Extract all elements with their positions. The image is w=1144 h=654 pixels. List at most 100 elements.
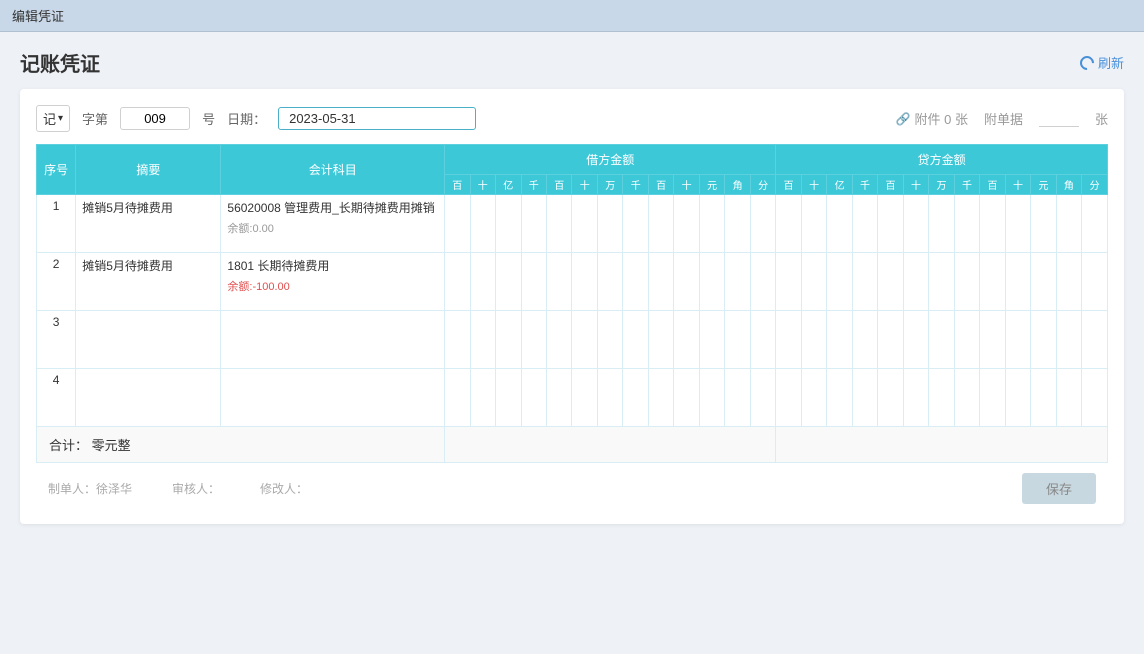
r3c9[interactable] <box>980 311 1005 369</box>
row3-summary[interactable] <box>76 311 221 369</box>
r3c12[interactable] <box>1056 311 1081 369</box>
r3c13[interactable] <box>1082 311 1108 369</box>
r2c7[interactable] <box>929 253 954 311</box>
r1c2[interactable] <box>801 195 826 253</box>
r4c1[interactable] <box>776 369 801 427</box>
r1d9[interactable] <box>648 195 673 253</box>
r2d7[interactable] <box>597 253 622 311</box>
r4c11[interactable] <box>1031 369 1056 427</box>
r2d5[interactable] <box>547 253 572 311</box>
r1d5[interactable] <box>547 195 572 253</box>
r2d3[interactable] <box>496 253 521 311</box>
r2c2[interactable] <box>801 253 826 311</box>
r3d12[interactable] <box>725 311 750 369</box>
r2d1[interactable] <box>445 253 470 311</box>
r1c3[interactable] <box>827 195 852 253</box>
r4d11[interactable] <box>699 369 724 427</box>
r2c8[interactable] <box>954 253 979 311</box>
r1d11[interactable] <box>699 195 724 253</box>
r2d11[interactable] <box>699 253 724 311</box>
ji-select[interactable]: 记 ▾ <box>36 105 70 132</box>
r1c6[interactable] <box>903 195 928 253</box>
r2c3[interactable] <box>827 253 852 311</box>
row4-account[interactable] <box>221 369 445 427</box>
r1d13[interactable] <box>750 195 775 253</box>
r4d3[interactable] <box>496 369 521 427</box>
r3d11[interactable] <box>699 311 724 369</box>
r2d6[interactable] <box>572 253 597 311</box>
r4c2[interactable] <box>801 369 826 427</box>
r1d1[interactable] <box>445 195 470 253</box>
r3c3[interactable] <box>827 311 852 369</box>
r4c4[interactable] <box>852 369 877 427</box>
r2c13[interactable] <box>1082 253 1108 311</box>
r1d2[interactable] <box>470 195 495 253</box>
r3c7[interactable] <box>929 311 954 369</box>
r3d2[interactable] <box>470 311 495 369</box>
r1c10[interactable] <box>1005 195 1030 253</box>
r1d12[interactable] <box>725 195 750 253</box>
r1c12[interactable] <box>1056 195 1081 253</box>
r2d4[interactable] <box>521 253 546 311</box>
r4c6[interactable] <box>903 369 928 427</box>
r4d7[interactable] <box>597 369 622 427</box>
r3d13[interactable] <box>750 311 775 369</box>
r3d7[interactable] <box>597 311 622 369</box>
r3c4[interactable] <box>852 311 877 369</box>
r1d8[interactable] <box>623 195 648 253</box>
r2c5[interactable] <box>878 253 903 311</box>
r4d13[interactable] <box>750 369 775 427</box>
r3d10[interactable] <box>674 311 699 369</box>
r4d5[interactable] <box>547 369 572 427</box>
r2c1[interactable] <box>776 253 801 311</box>
r4d2[interactable] <box>470 369 495 427</box>
r3c5[interactable] <box>878 311 903 369</box>
r3c1[interactable] <box>776 311 801 369</box>
r1c4[interactable] <box>852 195 877 253</box>
r3d8[interactable] <box>623 311 648 369</box>
r3d1[interactable] <box>445 311 470 369</box>
r1c1[interactable] <box>776 195 801 253</box>
date-input[interactable] <box>278 107 476 130</box>
r4d1[interactable] <box>445 369 470 427</box>
row4-summary[interactable] <box>76 369 221 427</box>
r1c5[interactable] <box>878 195 903 253</box>
r3d9[interactable] <box>648 311 673 369</box>
r3d3[interactable] <box>496 311 521 369</box>
r4d12[interactable] <box>725 369 750 427</box>
r4c5[interactable] <box>878 369 903 427</box>
r3c11[interactable] <box>1031 311 1056 369</box>
row2-account[interactable]: 1801 长期待摊费用 余额:-100.00 <box>221 253 445 311</box>
r4d9[interactable] <box>648 369 673 427</box>
r2d12[interactable] <box>725 253 750 311</box>
r4c9[interactable] <box>980 369 1005 427</box>
r4d6[interactable] <box>572 369 597 427</box>
r1c9[interactable] <box>980 195 1005 253</box>
r2c12[interactable] <box>1056 253 1081 311</box>
zhang-input[interactable] <box>1039 111 1079 127</box>
r4d10[interactable] <box>674 369 699 427</box>
attachment-link[interactable]: 🔗 附件 0 张 <box>896 109 968 128</box>
r2c6[interactable] <box>903 253 928 311</box>
r2c4[interactable] <box>852 253 877 311</box>
r4c10[interactable] <box>1005 369 1030 427</box>
r4c3[interactable] <box>827 369 852 427</box>
row1-summary[interactable]: 摊销5月待摊费用 <box>76 195 221 253</box>
r2d10[interactable] <box>674 253 699 311</box>
save-button[interactable]: 保存 <box>1022 473 1096 504</box>
r1d7[interactable] <box>597 195 622 253</box>
r1d4[interactable] <box>521 195 546 253</box>
r1c8[interactable] <box>954 195 979 253</box>
r2c11[interactable] <box>1031 253 1056 311</box>
r1d10[interactable] <box>674 195 699 253</box>
r3c6[interactable] <box>903 311 928 369</box>
r2d8[interactable] <box>623 253 648 311</box>
r1c11[interactable] <box>1031 195 1056 253</box>
r3d4[interactable] <box>521 311 546 369</box>
r2d2[interactable] <box>470 253 495 311</box>
r4d8[interactable] <box>623 369 648 427</box>
r1c7[interactable] <box>929 195 954 253</box>
r4c13[interactable] <box>1082 369 1108 427</box>
row3-account[interactable] <box>221 311 445 369</box>
row2-summary[interactable]: 摊销5月待摊费用 <box>76 253 221 311</box>
